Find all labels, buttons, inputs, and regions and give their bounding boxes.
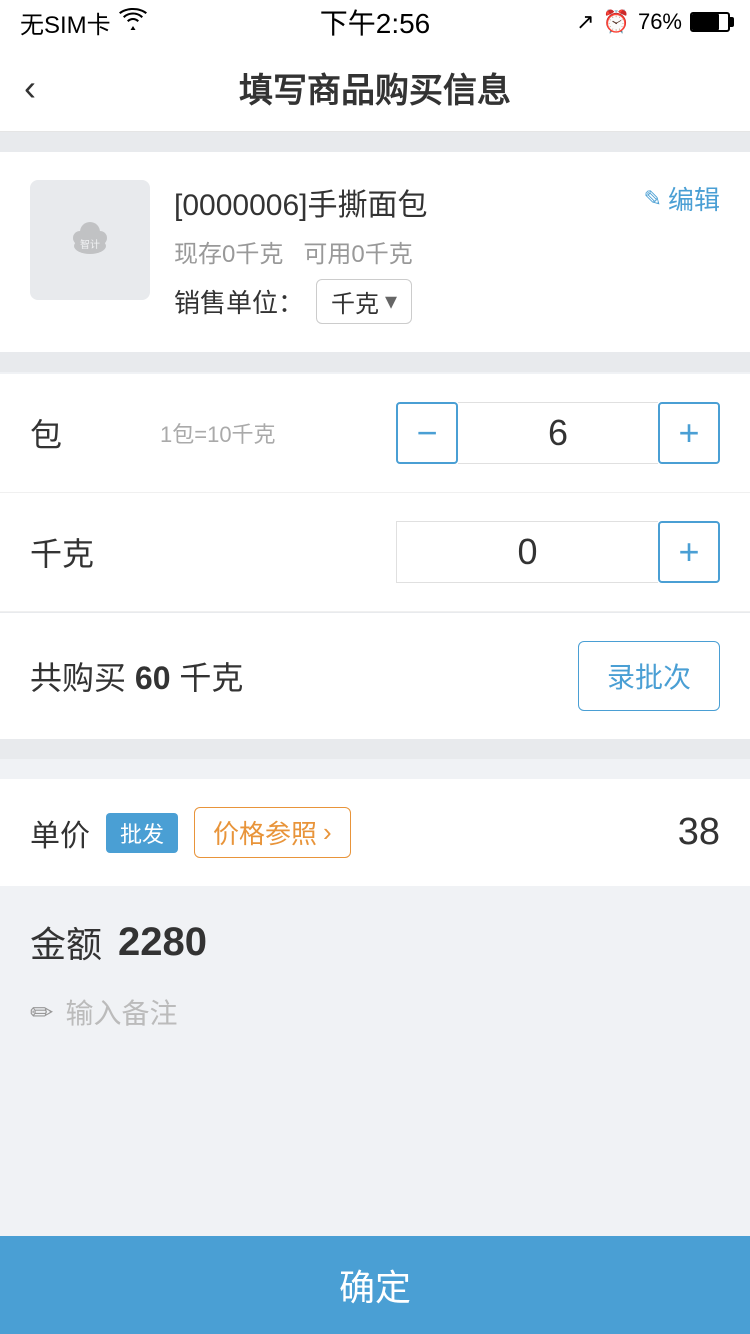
amount-value: 2280 — [118, 920, 207, 965]
product-image: 智计 — [30, 180, 150, 300]
unit-select-arrow-icon: ▾ — [385, 287, 397, 316]
edit-icon: ✎ — [644, 186, 662, 212]
status-left: 无SIM卡 — [20, 5, 147, 40]
bao-input-row: 包 1包=10千克 − + — [0, 374, 750, 493]
amount-section: 金额 2280 ✏ 输入备注 — [0, 886, 750, 1032]
product-stock: 现存0千克 可用0千克 — [174, 234, 720, 269]
edit-button[interactable]: ✎ 编辑 — [644, 180, 720, 217]
total-amount: 60 — [135, 660, 171, 696]
kg-label: 千克 — [30, 529, 150, 575]
status-bar: 无SIM卡 下午2:56 ↗ ⏰ 76% — [0, 0, 750, 44]
note-placeholder: 输入备注 — [65, 992, 177, 1032]
bao-input[interactable] — [458, 402, 658, 464]
product-name: [0000006]手撕面包 — [174, 180, 720, 224]
battery-percent: 76% — [638, 9, 682, 35]
kg-increment-button[interactable]: + — [658, 521, 720, 583]
section-gap-3 — [0, 739, 750, 759]
nav-bar: ‹ 填写商品购买信息 — [0, 44, 750, 132]
status-right: ↗ ⏰ 76% — [576, 9, 730, 35]
amount-row: 金额 2280 — [30, 916, 720, 968]
price-ref-button[interactable]: 价格参照 › — [194, 807, 351, 858]
batch-button[interactable]: 录批次 — [578, 641, 720, 711]
kg-input[interactable] — [396, 521, 658, 583]
unit-value: 千克 — [331, 284, 379, 319]
wifi-icon — [119, 8, 147, 37]
note-row[interactable]: ✏ 输入备注 — [30, 992, 720, 1032]
price-value: 38 — [678, 811, 720, 854]
price-ref-label: 价格参照 — [213, 814, 317, 851]
carrier-text: 无SIM卡 — [20, 5, 111, 40]
unit-label: 销售单位： — [174, 283, 304, 320]
section-gap-1 — [0, 132, 750, 152]
stock-available: 可用0千克 — [303, 241, 412, 268]
price-section: 单价 批发 价格参照 › 38 — [0, 779, 750, 886]
bao-label: 包 — [30, 410, 150, 456]
amount-label: 金额 — [30, 916, 102, 968]
battery-icon — [690, 12, 730, 32]
product-info: [0000006]手撕面包 现存0千克 可用0千克 销售单位： 千克 ▾ — [174, 180, 720, 324]
total-row: 共购买 60 千克 录批次 — [0, 612, 750, 739]
bao-decrement-button[interactable]: − — [396, 402, 458, 464]
back-button[interactable]: ‹ — [24, 70, 36, 106]
bottom-spacer — [0, 1032, 750, 1130]
confirm-button[interactable]: 确定 — [0, 1236, 750, 1334]
price-badge: 批发 — [106, 813, 178, 853]
total-text: 共购买 60 千克 — [30, 653, 243, 699]
bao-increment-button[interactable]: + — [658, 402, 720, 464]
section-gap-2 — [0, 352, 750, 372]
location-icon: ↗ — [576, 9, 594, 35]
bao-controls: − + — [396, 402, 720, 464]
price-label: 单价 — [30, 811, 90, 855]
note-pencil-icon: ✏ — [30, 996, 53, 1029]
kg-controls: + — [396, 521, 720, 583]
alarm-icon: ⏰ — [603, 9, 630, 35]
svg-text:智计: 智计 — [80, 238, 100, 251]
page-title: 填写商品购买信息 — [239, 63, 511, 112]
bao-sublabel: 1包=10千克 — [160, 417, 276, 449]
product-card: 智计 [0000006]手撕面包 现存0千克 可用0千克 销售单位： 千克 ▾ … — [0, 152, 750, 352]
product-unit-row: 销售单位： 千克 ▾ — [174, 279, 720, 324]
input-section: 包 1包=10千克 − + 千克 + — [0, 374, 750, 612]
total-unit: 千克 — [179, 660, 243, 696]
edit-label: 编辑 — [668, 180, 720, 217]
status-time: 下午2:56 — [320, 2, 431, 42]
product-thumbnail-icon: 智计 — [60, 210, 120, 270]
price-row: 单价 批发 价格参照 › 38 — [30, 807, 720, 858]
stock-current: 现存0千克 — [174, 241, 283, 268]
kg-input-row: 千克 + — [0, 493, 750, 612]
price-ref-arrow-icon: › — [323, 817, 332, 848]
unit-select[interactable]: 千克 ▾ — [316, 279, 412, 324]
total-prefix: 共购买 — [30, 660, 126, 696]
